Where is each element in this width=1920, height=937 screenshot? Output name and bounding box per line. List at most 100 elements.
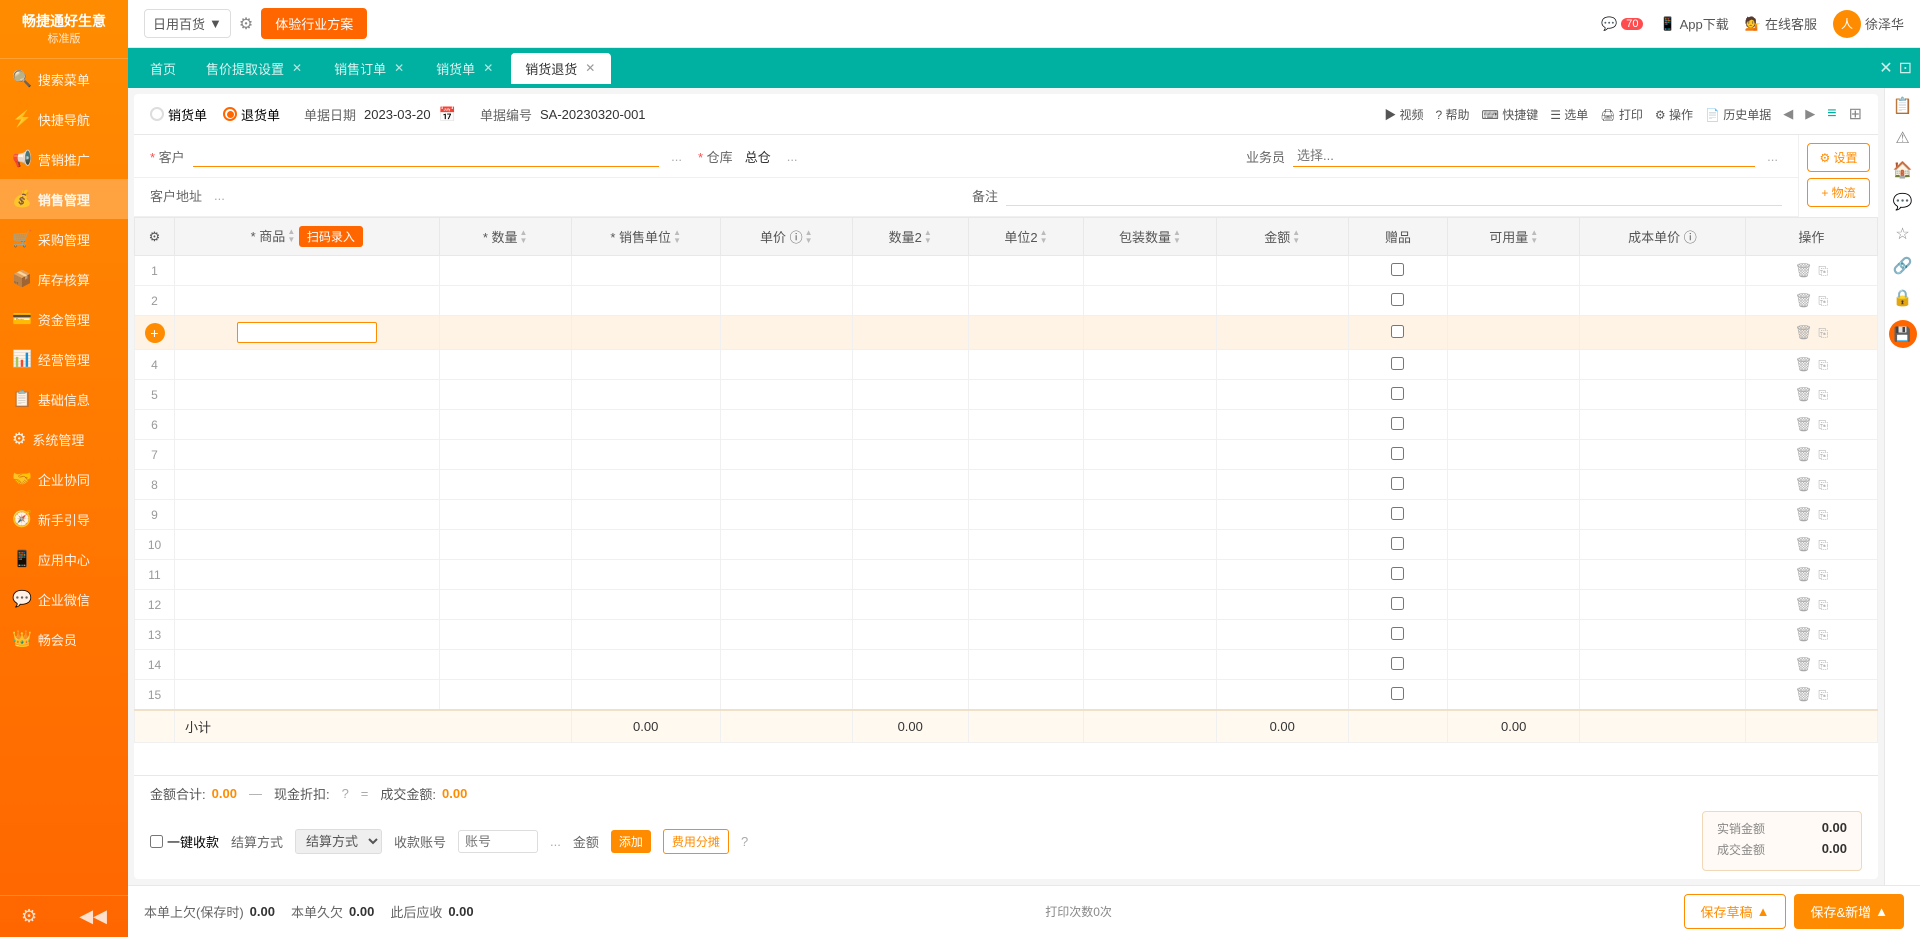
- rs-chat-icon[interactable]: 💬: [1893, 192, 1913, 212]
- copy-row-btn[interactable]: ⎘: [1818, 598, 1828, 612]
- topbar-gear-btn[interactable]: ⚙: [239, 14, 253, 34]
- prev-btn[interactable]: ◀: [1783, 106, 1793, 122]
- delete-row-btn[interactable]: 🗑: [1795, 446, 1813, 462]
- logistics-btn[interactable]: + 物流: [1807, 178, 1870, 207]
- delete-row-btn[interactable]: 🗑: [1795, 536, 1813, 552]
- account-input[interactable]: [458, 830, 538, 853]
- sidebar-item-purchase[interactable]: 🛒 采购管理: [0, 219, 128, 259]
- delete-row-btn[interactable]: 🗑: [1795, 596, 1813, 612]
- gift-checkbox[interactable]: [1391, 325, 1404, 338]
- rs-lock-icon[interactable]: 🔒: [1893, 288, 1913, 308]
- save-new-btn[interactable]: 保存&新增 ▲: [1794, 894, 1904, 929]
- shortcut-btn[interactable]: ⌨ 快捷键: [1482, 106, 1539, 123]
- gift-checkbox[interactable]: [1391, 357, 1404, 370]
- gift-checkbox[interactable]: [1391, 293, 1404, 306]
- scan-btn[interactable]: 扫码录入: [299, 226, 363, 247]
- grid-view-btn[interactable]: ⊞: [1849, 104, 1862, 124]
- sidebar-item-search[interactable]: 🔍 搜索菜单: [0, 59, 128, 99]
- tab-sales-order-close[interactable]: ✕: [392, 61, 406, 75]
- select-btn[interactable]: ☰ 选单: [1550, 106, 1588, 123]
- delete-row-btn[interactable]: 🗑: [1795, 324, 1813, 340]
- delete-row-btn[interactable]: 🗑: [1795, 686, 1813, 702]
- delete-row-btn[interactable]: 🗑: [1795, 476, 1813, 492]
- next-btn[interactable]: ▶: [1805, 106, 1815, 122]
- fee-help-icon[interactable]: ?: [741, 834, 748, 849]
- delete-row-btn[interactable]: 🗑: [1795, 292, 1813, 308]
- date-picker-btn[interactable]: 📅: [439, 106, 456, 123]
- tab-sales-delivery[interactable]: 销货单 ✕: [422, 53, 509, 84]
- payment-checkbox[interactable]: [150, 835, 163, 848]
- sidebar-item-basic[interactable]: 📋 基础信息: [0, 379, 128, 419]
- copy-row-btn[interactable]: ⎘: [1818, 294, 1828, 308]
- daily-goods-select[interactable]: 日用百货 ▼: [144, 9, 231, 38]
- gift-checkbox[interactable]: [1391, 477, 1404, 490]
- gift-checkbox[interactable]: [1391, 537, 1404, 550]
- video-btn[interactable]: ▶ 视频: [1384, 106, 1423, 123]
- gift-checkbox[interactable]: [1391, 417, 1404, 430]
- rs-star-icon[interactable]: ☆: [1895, 224, 1909, 244]
- rs-link-icon[interactable]: 🔗: [1893, 256, 1913, 276]
- payment-checkbox-label[interactable]: 一键收款: [150, 832, 219, 851]
- sidebar-item-operations[interactable]: 📊 经营管理: [0, 339, 128, 379]
- rs-warning-icon[interactable]: ⚠: [1895, 128, 1909, 148]
- copy-row-btn[interactable]: ⎘: [1818, 568, 1828, 582]
- radio-return[interactable]: 退货单: [223, 105, 280, 124]
- calc-method-select[interactable]: 结算方式: [295, 829, 382, 854]
- fee-btn[interactable]: 费用分摊: [663, 829, 729, 854]
- gift-checkbox[interactable]: [1391, 687, 1404, 700]
- address-more-btn[interactable]: ...: [210, 188, 229, 203]
- delete-row-btn[interactable]: 🗑: [1795, 262, 1813, 278]
- col-settings[interactable]: ⚙: [135, 218, 175, 256]
- delete-row-btn[interactable]: 🗑: [1795, 386, 1813, 402]
- history-btn[interactable]: 📄 历史单据: [1705, 106, 1771, 123]
- delete-row-btn[interactable]: 🗑: [1795, 416, 1813, 432]
- rs-home-icon[interactable]: 🏠: [1893, 160, 1913, 180]
- print-btn[interactable]: 🖨 打印: [1600, 106, 1643, 123]
- experience-btn[interactable]: 体验行业方案: [261, 8, 367, 39]
- rs-save-icon[interactable]: 💾: [1889, 320, 1917, 348]
- copy-row-btn[interactable]: ⎘: [1818, 358, 1828, 372]
- tab-expand[interactable]: ⊡: [1899, 58, 1912, 78]
- tab-price-set[interactable]: 售价提取设置 ✕: [192, 53, 318, 84]
- sidebar-collapse-btn[interactable]: ◀◀: [79, 906, 107, 927]
- sidebar-item-finance[interactable]: 💳 资金管理: [0, 299, 128, 339]
- gift-checkbox[interactable]: [1391, 657, 1404, 670]
- warehouse-more-btn[interactable]: ...: [783, 149, 802, 164]
- list-view-btn[interactable]: ≡: [1827, 105, 1836, 123]
- help-btn[interactable]: ? 帮助: [1436, 106, 1470, 123]
- gift-checkbox[interactable]: [1391, 627, 1404, 640]
- sidebar-item-inventory[interactable]: 📦 库存核算: [0, 259, 128, 299]
- copy-row-btn[interactable]: ⎘: [1818, 628, 1828, 642]
- sidebar-item-guide[interactable]: 🧭 新手引导: [0, 499, 128, 539]
- staff-more-btn[interactable]: ...: [1763, 149, 1782, 164]
- copy-row-btn[interactable]: ⎘: [1818, 388, 1828, 402]
- tab-close-window[interactable]: ✕: [1879, 58, 1892, 78]
- delete-row-btn[interactable]: 🗑: [1795, 566, 1813, 582]
- copy-row-btn[interactable]: ⎘: [1818, 658, 1828, 672]
- sidebar-item-sales[interactable]: 💰 销售管理: [0, 179, 128, 219]
- sidebar-item-wechat[interactable]: 💬 企业微信: [0, 579, 128, 619]
- tab-price-set-close[interactable]: ✕: [290, 61, 304, 75]
- copy-row-btn[interactable]: ⎘: [1818, 264, 1828, 278]
- sidebar-settings-btn[interactable]: ⚙: [21, 906, 37, 927]
- online-service-btn[interactable]: 💁 在线客服: [1745, 14, 1817, 33]
- user-menu[interactable]: 人 徐泽华: [1833, 10, 1904, 38]
- gift-checkbox[interactable]: [1391, 263, 1404, 276]
- copy-row-btn[interactable]: ⎘: [1818, 418, 1828, 432]
- customer-input[interactable]: [193, 145, 659, 167]
- sidebar-item-enterprise[interactable]: 🤝 企业协同: [0, 459, 128, 499]
- tab-sales-return-close[interactable]: ✕: [583, 61, 597, 75]
- sidebar-item-member[interactable]: 👑 畅会员: [0, 619, 128, 659]
- settings-btn[interactable]: ⚙ 设置: [1807, 143, 1870, 172]
- delete-row-btn[interactable]: 🗑: [1795, 506, 1813, 522]
- copy-row-btn[interactable]: ⎘: [1818, 448, 1828, 462]
- sidebar-item-shortcut[interactable]: ⚡ 快捷导航: [0, 99, 128, 139]
- copy-row-btn[interactable]: ⎘: [1818, 478, 1828, 492]
- copy-row-btn[interactable]: ⎘: [1818, 688, 1828, 702]
- operation-btn[interactable]: ⚙ 操作: [1655, 106, 1693, 123]
- gift-checkbox[interactable]: [1391, 447, 1404, 460]
- gift-checkbox[interactable]: [1391, 597, 1404, 610]
- copy-row-btn[interactable]: ⎘: [1818, 326, 1828, 340]
- gift-checkbox[interactable]: [1391, 567, 1404, 580]
- sidebar-item-apps[interactable]: 📱 应用中心: [0, 539, 128, 579]
